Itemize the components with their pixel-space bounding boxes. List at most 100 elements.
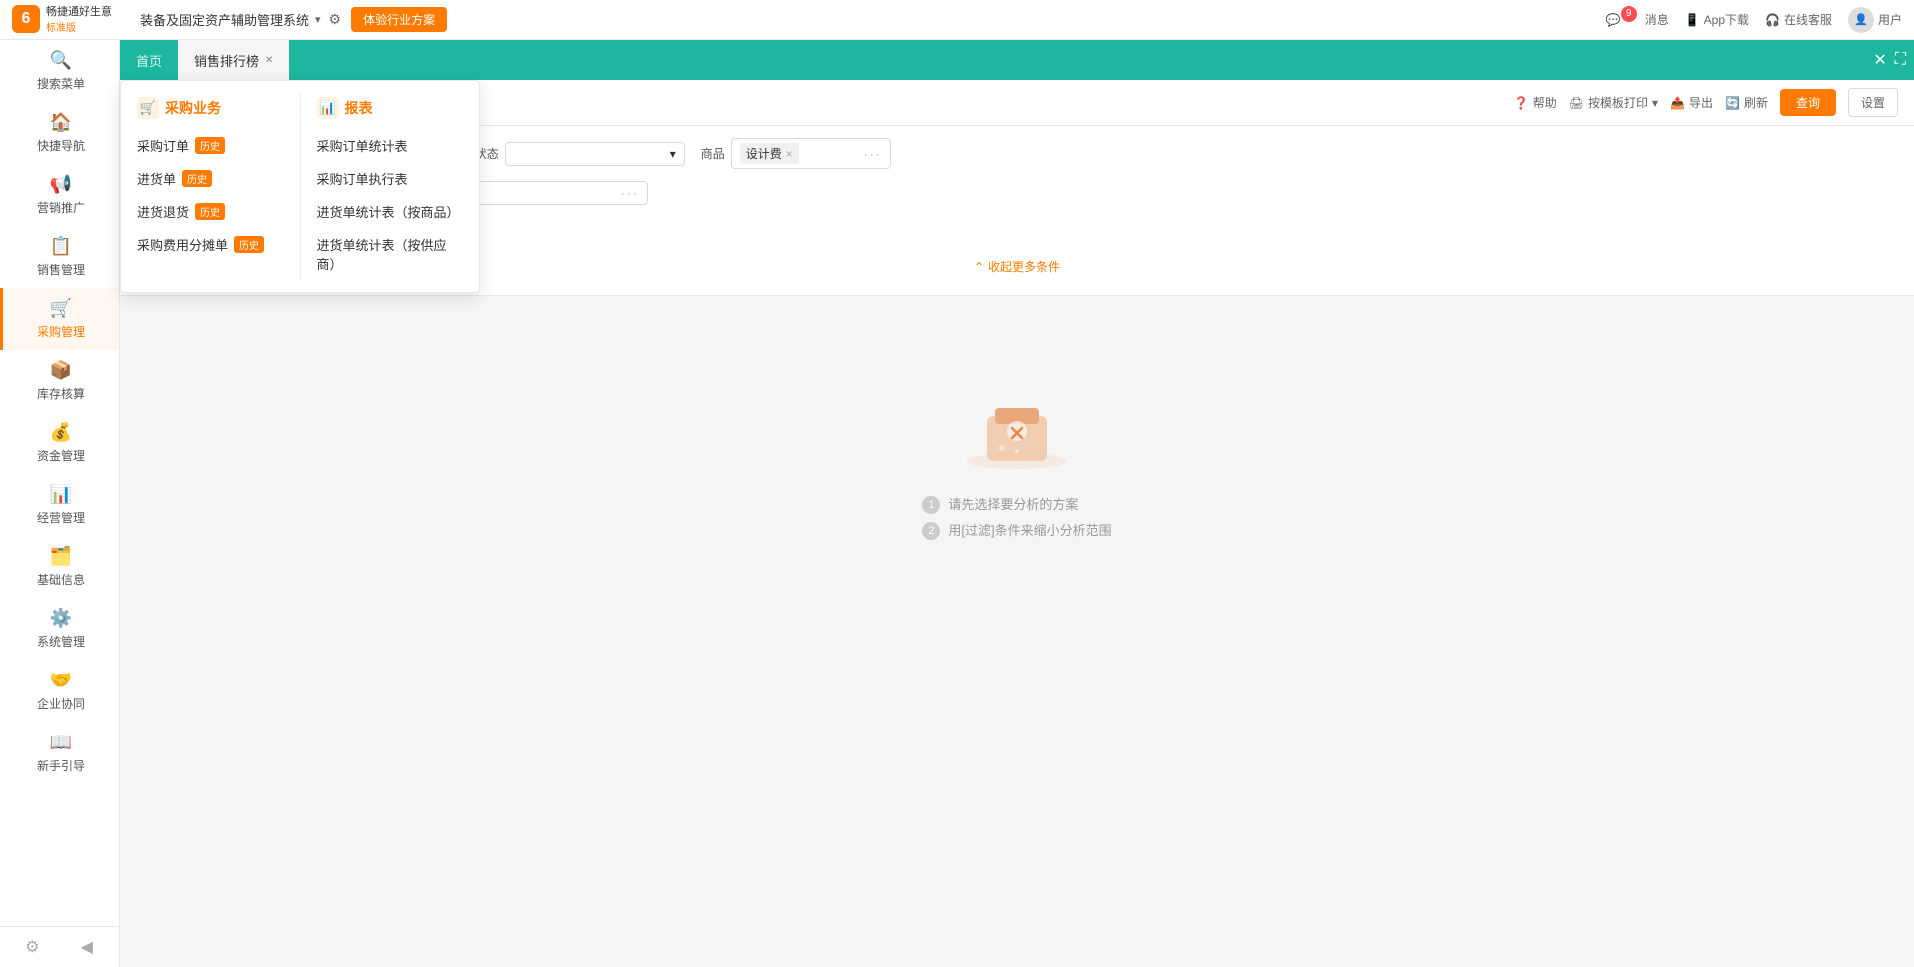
dropdown-purchase-order-exec[interactable]: 采购订单执行表	[317, 162, 464, 195]
settings-icon[interactable]: ⚙	[329, 11, 342, 28]
dropdown-purchase-cost[interactable]: 采购费用分摊单 历史	[137, 228, 284, 261]
export-icon: 📤	[1670, 96, 1685, 110]
operations-icon: 📊	[50, 484, 72, 505]
sidebar-item-label: 库存核算	[37, 385, 85, 402]
sidebar-item-operations[interactable]: 📊 经营管理	[0, 474, 119, 536]
tab-bar-actions: ✕ ⛶	[1873, 50, 1914, 70]
dropdown-stock-stat-goods[interactable]: 进货单统计表（按商品）	[317, 195, 464, 228]
purchase-col-icon: 🛒	[137, 97, 159, 119]
dropdown-stock-in[interactable]: 进货单 历史	[137, 162, 284, 195]
system-title-dropdown[interactable]: ▾	[315, 13, 321, 26]
sidebar-item-label: 搜索菜单	[37, 75, 85, 92]
export-btn[interactable]: 📤 导出	[1670, 94, 1713, 111]
print-dropdown-icon: ▾	[1652, 96, 1658, 110]
sidebar-item-purchase[interactable]: 🛒 采购管理	[0, 288, 119, 350]
empty-hints: 1 请先选择要分析的方案 2 用[过滤]条件来缩小分析范围	[922, 492, 1111, 544]
enterprise-icon: 🤝	[50, 670, 72, 691]
sidebar: 🔍 搜索菜单 🏠 快捷导航 📢 营销推广 📋 销售管理 🛒 采购管理 📦 库存核…	[0, 40, 120, 967]
sidebar-item-label: 经营管理	[37, 509, 85, 526]
refresh-icon: 🔄	[1725, 96, 1740, 110]
empty-hint-1: 1 请先选择要分析的方案	[922, 492, 1111, 518]
dropdown-columns: 🛒 采购业务 采购订单 历史 进货单 历史 进货退货 历史 采购费用分摊单 历史	[121, 93, 479, 280]
logo-area: 6 畅捷通好生意 标准版	[12, 5, 132, 34]
salesperson-more-dots[interactable]: ···	[621, 186, 639, 200]
system-title: 装备及固定资产辅助管理系统 ▾	[140, 10, 321, 29]
app-download-item[interactable]: 📱 App下载	[1685, 11, 1749, 28]
logo-icon: 6	[12, 5, 40, 33]
dropdown-purchase-order[interactable]: 采购订单 历史	[137, 129, 284, 162]
chevron-down-icon: ▾	[670, 147, 676, 161]
help-btn[interactable]: ❓ 帮助	[1514, 94, 1557, 111]
dropdown-stock-return[interactable]: 进货退货 历史	[137, 195, 284, 228]
guide-icon: 📖	[50, 732, 72, 753]
sidebar-item-basic[interactable]: 🗂️ 基础信息	[0, 536, 119, 598]
settings-button[interactable]: 设置	[1848, 88, 1898, 117]
goods-tag: 设计费 ×	[740, 143, 799, 164]
tab-home[interactable]: 首页	[120, 40, 178, 80]
top-header: 6 畅捷通好生意 标准版 装备及固定资产辅助管理系统 ▾ ⚙ 体验行业方案 💬 …	[0, 0, 1914, 40]
sidebar-item-marketing[interactable]: 📢 营销推广	[0, 164, 119, 226]
search-icon: 🔍	[50, 50, 72, 71]
filter-doc-status: 单据状态 ▾	[451, 142, 685, 166]
sidebar-settings-btn[interactable]: ⚙	[10, 937, 55, 957]
sidebar-item-label: 企业协同	[37, 695, 85, 712]
empty-icon	[957, 376, 1077, 476]
refresh-btn[interactable]: 🔄 刷新	[1725, 94, 1768, 111]
sidebar-item-label: 采购管理	[37, 323, 85, 340]
home-icon: 🏠	[50, 112, 72, 133]
inventory-icon: 📦	[50, 360, 72, 381]
tab-fullscreen-icon[interactable]: ⛶	[1895, 51, 1906, 69]
help-icon: ❓	[1514, 96, 1529, 110]
sidebar-item-search[interactable]: 🔍 搜索菜单	[0, 40, 119, 102]
report-col-icon: 📊	[317, 97, 339, 119]
empty-state: 1 请先选择要分析的方案 2 用[过滤]条件来缩小分析范围	[120, 296, 1914, 624]
empty-hint-2: 2 用[过滤]条件来缩小分析范围	[922, 518, 1111, 544]
sidebar-item-label: 资金管理	[37, 447, 85, 464]
goods-select[interactable]: 设计费 × ···	[731, 138, 891, 169]
sidebar-item-sales[interactable]: 📋 销售管理	[0, 226, 119, 288]
dropdown-stock-stat-supplier[interactable]: 进货单统计表（按供应商）	[317, 228, 464, 280]
headset-icon: 🎧	[1765, 13, 1780, 27]
online-service-item[interactable]: 🎧 在线客服	[1765, 11, 1832, 28]
sales-icon: 📋	[50, 236, 72, 257]
sidebar-item-label: 快捷导航	[37, 137, 85, 154]
sidebar-item-inventory[interactable]: 📦 库存核算	[0, 350, 119, 412]
sidebar-item-system[interactable]: ⚙️ 系统管理	[0, 598, 119, 660]
sidebar-collapse-btn[interactable]: ◀	[65, 937, 110, 957]
sidebar-item-label: 基础信息	[37, 571, 85, 588]
purchase-dropdown: 🛒 采购业务 采购订单 历史 进货单 历史 进货退货 历史 采购费用分摊单 历史	[120, 80, 480, 293]
basic-icon: 🗂️	[50, 546, 72, 567]
report-col-header: 📊 报表	[317, 93, 464, 129]
tab-close-icon[interactable]: ✕	[1873, 50, 1886, 70]
header-right: 💬 9 消息 📱 App下载 🎧 在线客服 👤 用户	[1606, 7, 1902, 33]
user-item[interactable]: 👤 用户	[1848, 7, 1902, 33]
sidebar-item-label: 销售管理	[37, 261, 85, 278]
dropdown-purchase-order-stat[interactable]: 采购订单统计表	[317, 129, 464, 162]
tab-close-btn[interactable]: ✕	[265, 55, 273, 66]
filter-goods: 商品 设计费 × ···	[701, 138, 891, 169]
chevron-up-icon: ⌃	[974, 260, 984, 274]
system-icon: ⚙️	[50, 608, 72, 629]
finance-icon: 💰	[50, 422, 72, 443]
message-item[interactable]: 💬 9 消息	[1606, 11, 1669, 28]
goods-more-dots[interactable]: ···	[864, 147, 882, 161]
query-button[interactable]: 查询	[1780, 89, 1836, 116]
marketing-icon: 📢	[50, 174, 72, 195]
sidebar-item-enterprise[interactable]: 🤝 企业协同	[0, 660, 119, 722]
goods-tag-close[interactable]: ×	[786, 147, 793, 161]
logo-text: 畅捷通好生意 标准版	[46, 5, 112, 34]
print-icon: 🖨	[1569, 96, 1584, 110]
purchase-col-header: 🛒 采购业务	[137, 93, 284, 129]
purchase-col: 🛒 采购业务 采购订单 历史 进货单 历史 进货退货 历史 采购费用分摊单 历史	[121, 93, 300, 280]
experience-button[interactable]: 体验行业方案	[351, 7, 447, 32]
purchase-icon: 🛒	[50, 298, 72, 319]
tab-bar: 首页 销售排行榜 ✕ ✕ ⛶	[120, 40, 1914, 80]
tab-sales-rank[interactable]: 销售排行榜 ✕	[178, 40, 289, 80]
sidebar-item-finance[interactable]: 💰 资金管理	[0, 412, 119, 474]
sidebar-item-label: 营销推广	[37, 199, 85, 216]
sidebar-item-guide[interactable]: 📖 新手引导	[0, 722, 119, 784]
doc-status-select[interactable]: ▾	[505, 142, 685, 166]
print-btn[interactable]: 🖨 按模板打印 ▾	[1569, 94, 1658, 111]
sidebar-item-quick[interactable]: 🏠 快捷导航	[0, 102, 119, 164]
avatar: 👤	[1848, 7, 1874, 33]
